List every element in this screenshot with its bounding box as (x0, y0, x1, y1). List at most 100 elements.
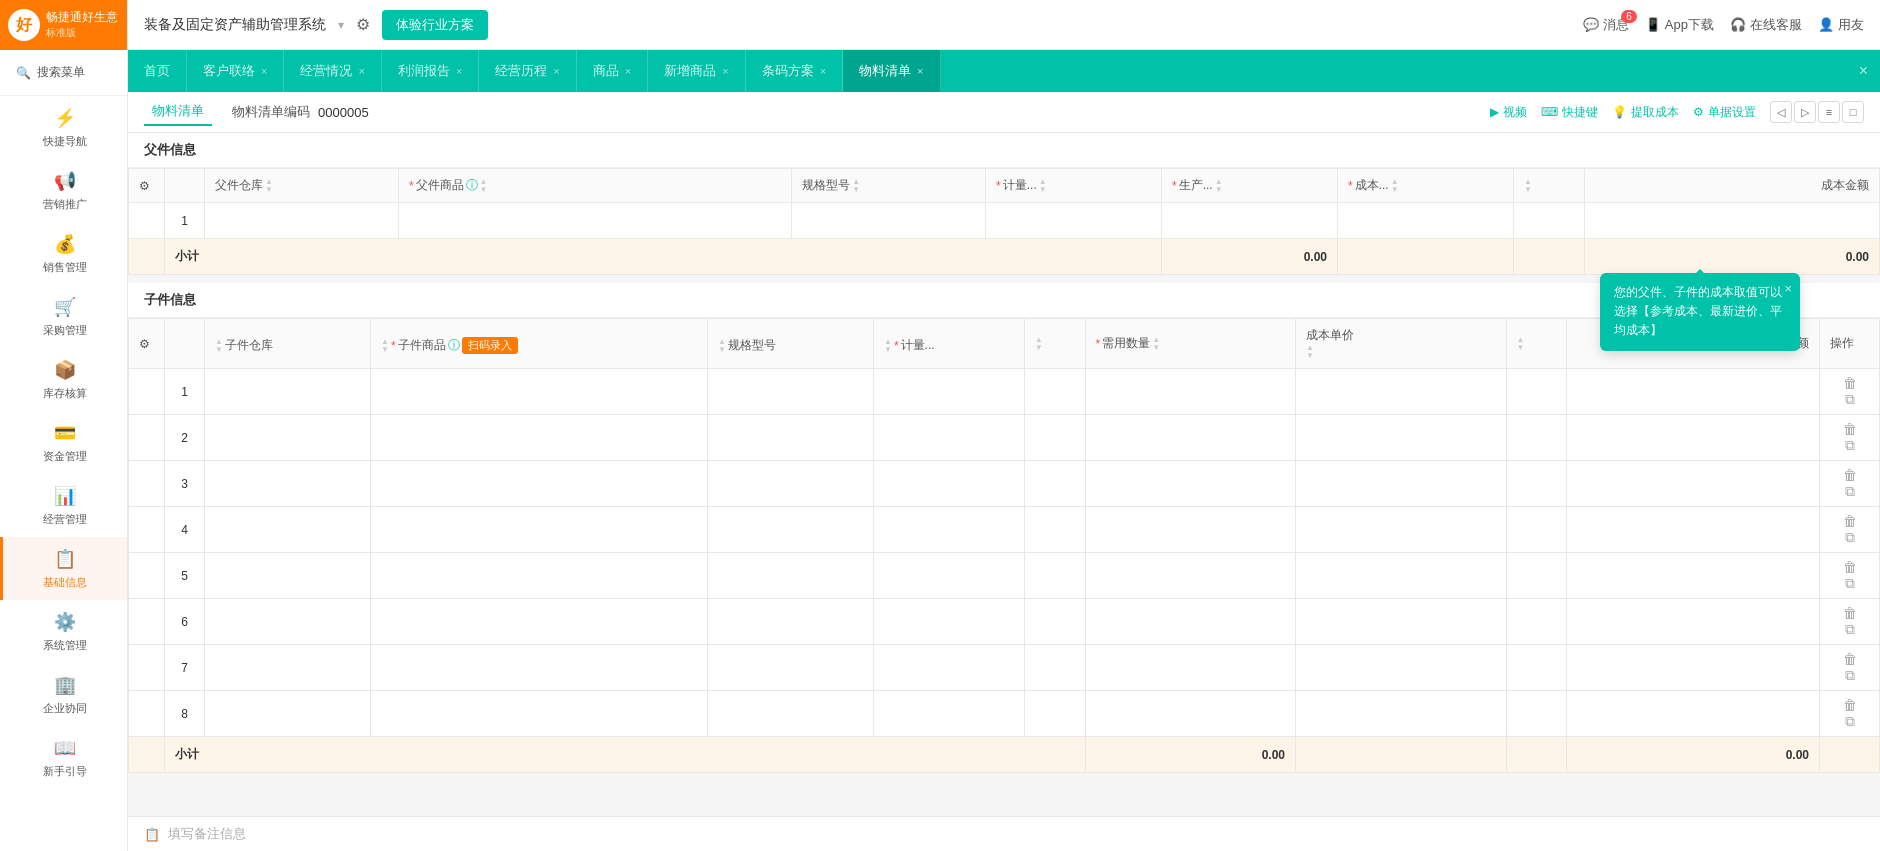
list-view-btn[interactable]: ≡ (1818, 101, 1840, 123)
child-row3-spec[interactable] (707, 461, 873, 507)
child-row5-spec[interactable] (707, 553, 873, 599)
tab-ops-status-close[interactable]: × (358, 65, 364, 77)
child-row1-warehouse[interactable] (205, 369, 371, 415)
child-row5-goods[interactable] (371, 553, 708, 599)
app-download-item[interactable]: 📱 App下载 (1645, 16, 1714, 34)
child-row7-unit[interactable] (873, 645, 1024, 691)
sidebar-item-sales[interactable]: 💰 销售管理 (0, 222, 127, 285)
copy-row4-icon[interactable]: ⧉ (1845, 529, 1855, 545)
sub-tab-bom-list[interactable]: 物料清单 (144, 98, 212, 126)
delete-row8-icon[interactable]: 🗑 (1843, 697, 1857, 713)
copy-row3-icon[interactable]: ⧉ (1845, 483, 1855, 499)
bottom-label[interactable]: 填写备注信息 (168, 825, 246, 843)
sidebar-item-basic-info[interactable]: 📋 基础信息 (0, 537, 127, 600)
tab-customer[interactable]: 客户联络 × (187, 50, 284, 92)
delete-row6-icon[interactable]: 🗑 (1843, 605, 1857, 621)
child-row7-warehouse[interactable] (205, 645, 371, 691)
tab-ops-history-close[interactable]: × (553, 65, 559, 77)
sidebar-item-operations[interactable]: 📊 经营管理 (0, 474, 127, 537)
online-service-item[interactable]: 🎧 在线客服 (1730, 16, 1802, 34)
experience-btn[interactable]: 体验行业方案 (382, 10, 488, 40)
child-row6-qty[interactable] (1085, 599, 1295, 645)
child-row4-spec[interactable] (707, 507, 873, 553)
child-row2-cost-unit[interactable] (1296, 415, 1506, 461)
tab-goods[interactable]: 商品 × (577, 50, 648, 92)
tab-bom[interactable]: 物料清单 × (843, 50, 940, 92)
delete-row7-icon[interactable]: 🗑 (1843, 651, 1857, 667)
child-row6-spec[interactable] (707, 599, 873, 645)
copy-row2-icon[interactable]: ⧉ (1845, 437, 1855, 453)
child-col-gear[interactable]: ⚙ (129, 319, 165, 369)
grid-view-btn[interactable]: □ (1842, 101, 1864, 123)
prev-btn[interactable]: ◁ (1770, 101, 1792, 123)
child-row8-goods[interactable] (371, 691, 708, 737)
tab-bom-close[interactable]: × (917, 65, 923, 77)
parent-col-gear[interactable]: ⚙ (129, 169, 165, 203)
tooltip-close-btn[interactable]: × (1784, 279, 1792, 300)
sidebar-item-purchase[interactable]: 🛒 采购管理 (0, 285, 127, 348)
tab-customer-close[interactable]: × (261, 65, 267, 77)
delete-row4-icon[interactable]: 🗑 (1843, 513, 1857, 529)
sidebar-item-quick-nav[interactable]: ⚡ 快捷导航 (0, 96, 127, 159)
child-row8-warehouse[interactable] (205, 691, 371, 737)
copy-row5-icon[interactable]: ⧉ (1845, 575, 1855, 591)
child-row6-goods[interactable] (371, 599, 708, 645)
search-menu-button[interactable]: 🔍 搜索菜单 (8, 58, 119, 87)
child-row1-goods[interactable] (371, 369, 708, 415)
settings-icon[interactable]: ⚙ (356, 15, 370, 34)
user-item[interactable]: 👤 用友 (1818, 16, 1864, 34)
child-row7-goods[interactable] (371, 645, 708, 691)
tab-barcode-close[interactable]: × (820, 65, 826, 77)
tab-goods-close[interactable]: × (625, 65, 631, 77)
child-row2-qty[interactable] (1085, 415, 1295, 461)
copy-row8-icon[interactable]: ⧉ (1845, 713, 1855, 729)
child-row3-unit[interactable] (873, 461, 1024, 507)
sidebar-item-marketing[interactable]: 📢 营销推广 (0, 159, 127, 222)
child-row4-unit[interactable] (873, 507, 1024, 553)
parent-row-warehouse[interactable] (205, 203, 399, 239)
child-row1-qty[interactable] (1085, 369, 1295, 415)
child-row5-cost-unit[interactable] (1296, 553, 1506, 599)
sidebar-item-system[interactable]: ⚙️ 系统管理 (0, 600, 127, 663)
sidebar-item-enterprise[interactable]: 🏢 企业协同 (0, 663, 127, 726)
video-action[interactable]: ▶ 视频 (1490, 104, 1527, 121)
scan-badge[interactable]: 扫码录入 (462, 337, 518, 354)
child-row2-unit[interactable] (873, 415, 1024, 461)
child-row4-cost-unit[interactable] (1296, 507, 1506, 553)
tab-barcode[interactable]: 条码方案 × (746, 50, 843, 92)
copy-row1-icon[interactable]: ⧉ (1845, 391, 1855, 407)
parent-row-production[interactable] (1162, 203, 1338, 239)
parent-row-goods[interactable] (398, 203, 791, 239)
next-btn[interactable]: ▷ (1794, 101, 1816, 123)
parent-row-spec[interactable] (792, 203, 986, 239)
close-all-tabs[interactable]: × (1847, 62, 1880, 80)
sub-tab-bom-code[interactable]: 物料清单编码 0000005 (224, 99, 377, 125)
child-row6-warehouse[interactable] (205, 599, 371, 645)
child-row8-spec[interactable] (707, 691, 873, 737)
message-item[interactable]: 💬 消息 6 (1583, 16, 1629, 34)
tab-home[interactable]: 首页 (128, 50, 187, 92)
tab-ops-status[interactable]: 经营情况 × (284, 50, 381, 92)
child-row7-spec[interactable] (707, 645, 873, 691)
tab-add-goods-close[interactable]: × (722, 65, 728, 77)
delete-row5-icon[interactable]: 🗑 (1843, 559, 1857, 575)
child-row8-cost-unit[interactable] (1296, 691, 1506, 737)
child-row1-cost-unit[interactable] (1296, 369, 1506, 415)
child-row2-warehouse[interactable] (205, 415, 371, 461)
child-row3-cost-unit[interactable] (1296, 461, 1506, 507)
child-row4-warehouse[interactable] (205, 507, 371, 553)
child-row1-unit[interactable] (873, 369, 1024, 415)
parent-row-unit[interactable] (986, 203, 1162, 239)
child-row1-spec[interactable] (707, 369, 873, 415)
child-row7-cost-unit[interactable] (1296, 645, 1506, 691)
delete-row1-icon[interactable]: 🗑 (1843, 375, 1857, 391)
shortcut-action[interactable]: ⌨ 快捷键 (1541, 104, 1598, 121)
child-row3-warehouse[interactable] (205, 461, 371, 507)
child-row5-warehouse[interactable] (205, 553, 371, 599)
child-row4-qty[interactable] (1085, 507, 1295, 553)
child-row5-unit[interactable] (873, 553, 1024, 599)
child-row6-unit[interactable] (873, 599, 1024, 645)
child-row8-unit[interactable] (873, 691, 1024, 737)
sidebar-item-guide[interactable]: 📖 新手引导 (0, 726, 127, 789)
tab-profit[interactable]: 利润报告 × (382, 50, 479, 92)
